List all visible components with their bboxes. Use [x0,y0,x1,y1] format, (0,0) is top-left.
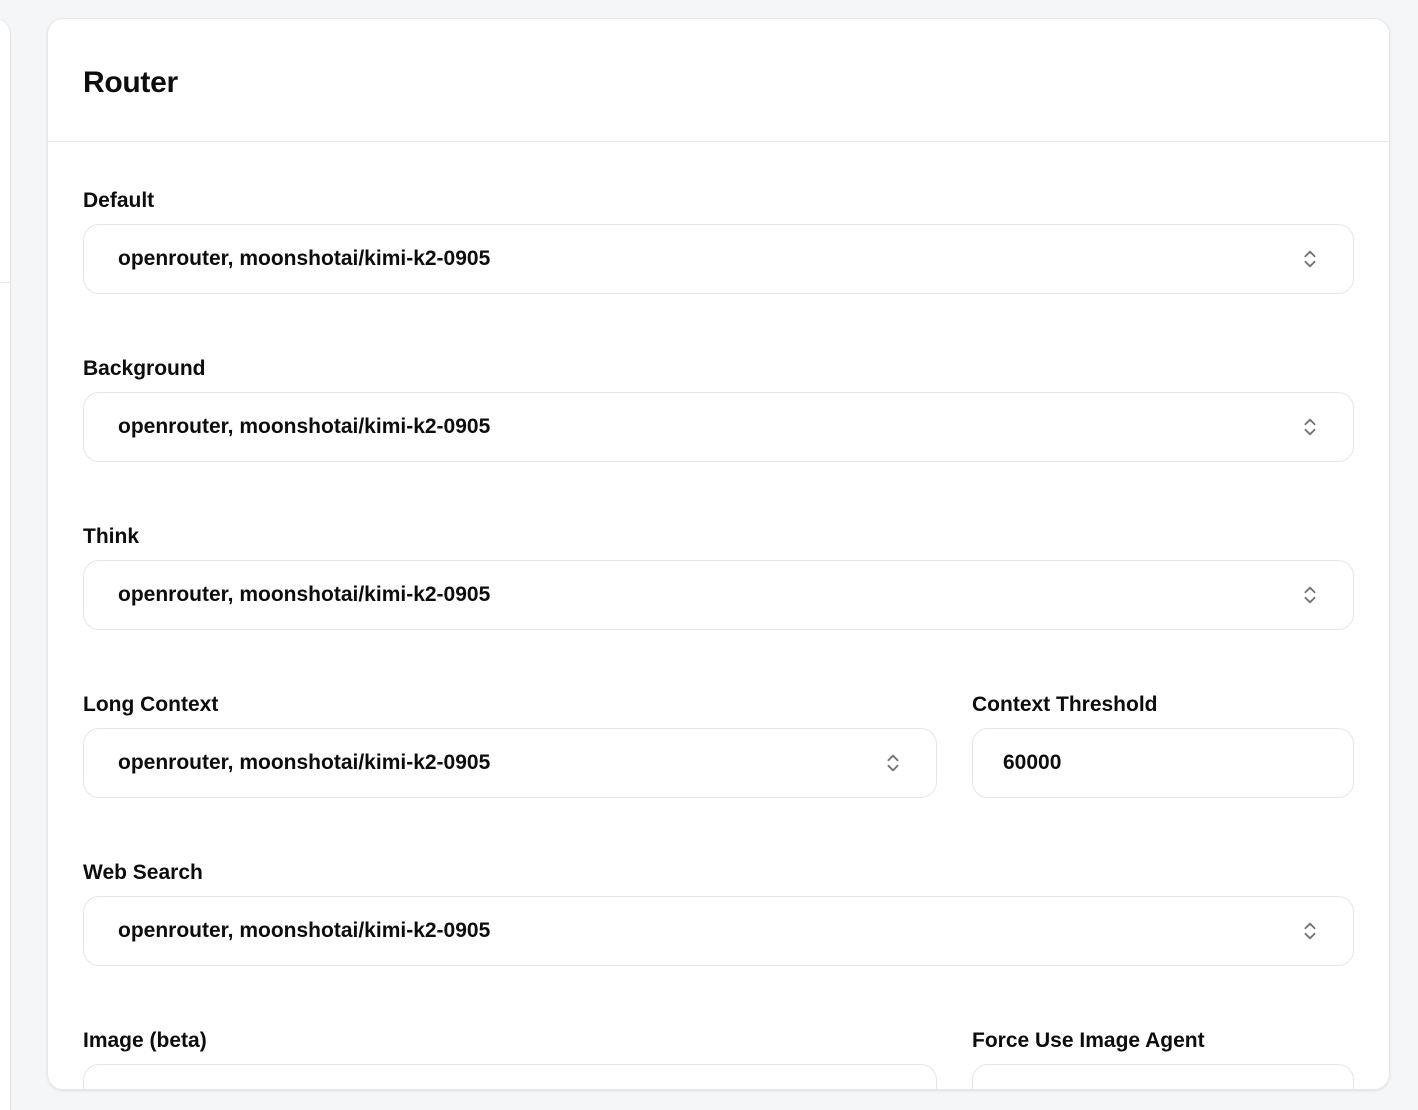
force-image-agent-input[interactable] [972,1064,1354,1089]
chevrons-up-down-icon [887,754,899,772]
field-row-web-search: Web Search openrouter, moonshotai/kimi-k… [83,860,1354,966]
context-threshold-label: Context Threshold [972,693,1158,716]
router-settings-card: Router Default openrouter, moonshotai/ki… [47,18,1390,1090]
web-search-model-select[interactable]: openrouter, moonshotai/kimi-k2-0905 [83,896,1354,966]
adjacent-panel-divider [0,282,10,283]
context-threshold-input[interactable] [972,728,1354,798]
field-row-think: Think openrouter, moonshotai/kimi-k2-090… [83,524,1354,630]
long-context-label: Long Context [83,693,219,716]
long-context-group: Long Context openrouter, moonshotai/kimi… [83,692,937,798]
background-model-select[interactable]: openrouter, moonshotai/kimi-k2-0905 [83,392,1354,462]
image-group: Image (beta) [83,1028,937,1090]
think-model-value: openrouter, moonshotai/kimi-k2-0905 [118,583,491,606]
adjacent-panel-edge [0,18,11,1110]
card-content: Default openrouter, moonshotai/kimi-k2-0… [48,142,1389,1090]
field-row-background: Background openrouter, moonshotai/kimi-k… [83,356,1354,462]
chevrons-up-down-icon [1304,586,1316,604]
background-model-value: openrouter, moonshotai/kimi-k2-0905 [118,415,491,438]
field-row-default: Default openrouter, moonshotai/kimi-k2-0… [83,188,1354,294]
think-model-select[interactable]: openrouter, moonshotai/kimi-k2-0905 [83,560,1354,630]
image-beta-label: Image (beta) [83,1029,207,1052]
image-model-select[interactable] [83,1064,937,1090]
chevrons-up-down-icon [1304,922,1316,940]
web-search-label: Web Search [83,861,203,884]
default-model-select[interactable]: openrouter, moonshotai/kimi-k2-0905 [83,224,1354,294]
force-image-agent-group: Force Use Image Agent [972,1028,1354,1089]
background-label: Background [83,357,206,380]
long-context-model-select[interactable]: openrouter, moonshotai/kimi-k2-0905 [83,728,937,798]
think-label: Think [83,525,139,548]
card-title: Router [83,66,178,99]
chevrons-up-down-icon [1304,418,1316,436]
default-label: Default [83,189,155,212]
default-model-value: openrouter, moonshotai/kimi-k2-0905 [118,247,491,270]
card-header: Router [48,19,1389,142]
chevrons-up-down-icon [1304,250,1316,268]
long-context-model-value: openrouter, moonshotai/kimi-k2-0905 [118,751,491,774]
context-threshold-group: Context Threshold [972,692,1354,798]
force-image-agent-label: Force Use Image Agent [972,1029,1205,1052]
web-search-model-value: openrouter, moonshotai/kimi-k2-0905 [118,919,491,942]
field-row-image: Image (beta) Force Use Image Agent [83,1028,1354,1090]
field-row-long-context: Long Context openrouter, moonshotai/kimi… [83,692,1354,798]
chevrons-up-down-icon [882,1088,904,1090]
